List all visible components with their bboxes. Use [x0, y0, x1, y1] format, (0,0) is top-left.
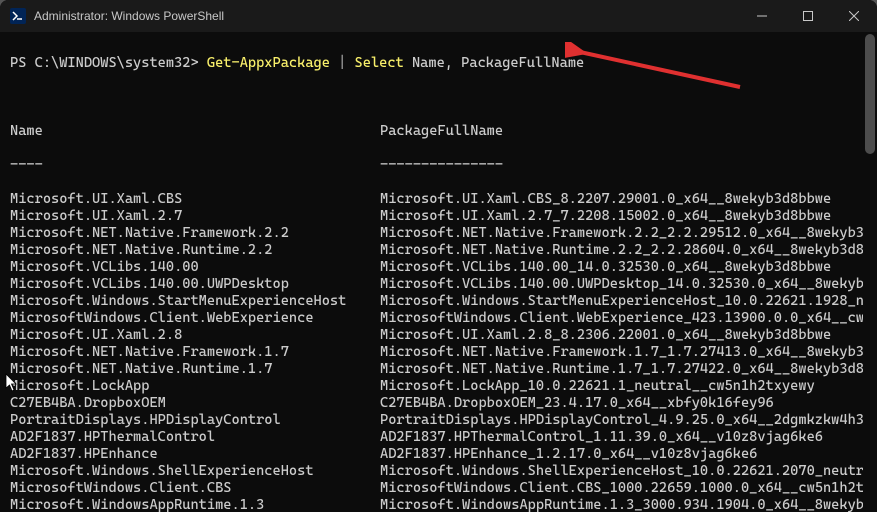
- cell-name: Microsoft.UI.Xaml.CBS: [10, 191, 380, 208]
- table-row: Microsoft.UI.Xaml.2.8Microsoft.UI.Xaml.2…: [10, 327, 877, 344]
- cell-packagefullname: C27EB4BA.DropboxOEM_23.4.17.0_x64__xbfy0…: [380, 395, 877, 412]
- cell-name: Microsoft.NET.Native.Runtime.1.7: [10, 361, 380, 378]
- cell-name: AD2F1837.HPEnhance: [10, 446, 380, 463]
- table-row: C27EB4BA.DropboxOEMC27EB4BA.DropboxOEM_2…: [10, 395, 877, 412]
- cell-packagefullname: AD2F1837.HPThermalControl_1.11.39.0_x64_…: [380, 429, 877, 446]
- table-row: Microsoft.UI.Xaml.CBSMicrosoft.UI.Xaml.C…: [10, 191, 877, 208]
- header-name: Name: [10, 123, 380, 140]
- table-row: Microsoft.NET.Native.Framework.1.7Micros…: [10, 344, 877, 361]
- scrollbar-thumb[interactable]: [865, 34, 875, 154]
- table-row: Microsoft.Windows.ShellExperienceHostMic…: [10, 463, 877, 480]
- pipe-operator: |: [338, 55, 346, 71]
- cell-packagefullname: Microsoft.VCLibs.140.00_14.0.32530.0_x64…: [380, 259, 877, 276]
- cell-packagefullname: Microsoft.VCLibs.140.00.UWPDesktop_14.0.…: [380, 276, 877, 293]
- terminal-output[interactable]: PS C:\WINDOWS\system32> Get-AppxPackage …: [0, 32, 877, 512]
- table-row: Microsoft.WindowsAppRuntime.1.3Microsoft…: [10, 497, 877, 512]
- select-arg2: PackageFullName: [461, 55, 584, 71]
- cell-name: Microsoft.Windows.StartMenuExperienceHos…: [10, 293, 380, 310]
- powershell-icon: [10, 8, 26, 24]
- header-name-underline: ----: [10, 157, 380, 174]
- table-row: Microsoft.NET.Native.Framework.2.2Micros…: [10, 225, 877, 242]
- cell-name: Microsoft.NET.Native.Framework.2.2: [10, 225, 380, 242]
- cell-name: Microsoft.NET.Native.Runtime.2.2: [10, 242, 380, 259]
- vertical-scrollbar[interactable]: [863, 32, 877, 512]
- window-title: Administrator: Windows PowerShell: [34, 9, 224, 23]
- table-row: Microsoft.Windows.StartMenuExperienceHos…: [10, 293, 877, 310]
- cell-packagefullname: Microsoft.NET.Native.Runtime.2.2_2.2.286…: [380, 242, 877, 259]
- cell-packagefullname: Microsoft.Windows.ShellExperienceHost_10…: [380, 463, 877, 480]
- column-headers: NamePackageFullName: [10, 123, 877, 140]
- cell-packagefullname: Microsoft.UI.Xaml.2.7_7.2208.15002.0_x64…: [380, 208, 877, 225]
- maximize-button[interactable]: [785, 0, 831, 32]
- cell-packagefullname: Microsoft.NET.Native.Framework.2.2_2.2.2…: [380, 225, 877, 242]
- table-row: PortraitDisplays.HPDisplayControlPortrai…: [10, 412, 877, 429]
- cell-name: Microsoft.VCLibs.140.00: [10, 259, 380, 276]
- blank-line: [10, 89, 877, 106]
- cell-name: Microsoft.WindowsAppRuntime.1.3: [10, 497, 380, 512]
- cell-name: Microsoft.LockApp: [10, 378, 380, 395]
- cell-packagefullname: PortraitDisplays.HPDisplayControl_4.9.25…: [380, 412, 877, 429]
- powershell-window: Administrator: Windows PowerShell PS C:\…: [0, 0, 877, 512]
- cell-name: Microsoft.UI.Xaml.2.8: [10, 327, 380, 344]
- cell-packagefullname: MicrosoftWindows.Client.WebExperience_42…: [380, 310, 877, 327]
- table-row: AD2F1837.HPThermalControlAD2F1837.HPTher…: [10, 429, 877, 446]
- header-full-underline: ---------------: [380, 157, 877, 174]
- table-row: MicrosoftWindows.Client.WebExperienceMic…: [10, 310, 877, 327]
- table-row: AD2F1837.HPEnhanceAD2F1837.HPEnhance_1.2…: [10, 446, 877, 463]
- cell-packagefullname: Microsoft.LockApp_10.0.22621.1_neutral__…: [380, 378, 877, 395]
- cell-packagefullname: AD2F1837.HPEnhance_1.2.17.0_x64__v10z8vj…: [380, 446, 877, 463]
- prompt-path: PS C:\WINDOWS\system32>: [10, 55, 199, 71]
- table-row: Microsoft.UI.Xaml.2.7Microsoft.UI.Xaml.2…: [10, 208, 877, 225]
- cell-packagefullname: Microsoft.NET.Native.Framework.1.7_1.7.2…: [380, 344, 877, 361]
- cell-packagefullname: Microsoft.Windows.StartMenuExperienceHos…: [380, 293, 877, 310]
- cell-name: PortraitDisplays.HPDisplayControl: [10, 412, 380, 429]
- table-row: Microsoft.VCLibs.140.00Microsoft.VCLibs.…: [10, 259, 877, 276]
- table-row: MicrosoftWindows.Client.CBSMicrosoftWind…: [10, 480, 877, 497]
- table-row: Microsoft.NET.Native.Runtime.1.7Microsof…: [10, 361, 877, 378]
- cell-name: Microsoft.UI.Xaml.2.7: [10, 208, 380, 225]
- cell-name: MicrosoftWindows.Client.WebExperience: [10, 310, 380, 327]
- titlebar[interactable]: Administrator: Windows PowerShell: [0, 0, 877, 32]
- select-arg1: Name,: [412, 55, 453, 71]
- cmdlet-get-appxpackage: Get-AppxPackage: [207, 55, 330, 71]
- column-underline: -------------------: [10, 157, 877, 174]
- cell-packagefullname: MicrosoftWindows.Client.CBS_1000.22659.1…: [380, 480, 877, 497]
- cell-name: Microsoft.VCLibs.140.00.UWPDesktop: [10, 276, 380, 293]
- table-row: Microsoft.NET.Native.Runtime.2.2Microsof…: [10, 242, 877, 259]
- minimize-button[interactable]: [739, 0, 785, 32]
- cell-packagefullname: Microsoft.UI.Xaml.2.8_8.2306.22001.0_x64…: [380, 327, 877, 344]
- cell-name: MicrosoftWindows.Client.CBS: [10, 480, 380, 497]
- header-packagefullname: PackageFullName: [380, 123, 877, 140]
- close-button[interactable]: [831, 0, 877, 32]
- cmdlet-select: Select: [355, 55, 404, 71]
- cell-name: AD2F1837.HPThermalControl: [10, 429, 380, 446]
- cell-packagefullname: Microsoft.UI.Xaml.CBS_8.2207.29001.0_x64…: [380, 191, 877, 208]
- cell-name: C27EB4BA.DropboxOEM: [10, 395, 380, 412]
- cell-packagefullname: Microsoft.WindowsAppRuntime.1.3_3000.934…: [380, 497, 877, 512]
- cell-name: Microsoft.NET.Native.Framework.1.7: [10, 344, 380, 361]
- cell-name: Microsoft.Windows.ShellExperienceHost: [10, 463, 380, 480]
- table-row: Microsoft.LockAppMicrosoft.LockApp_10.0.…: [10, 378, 877, 395]
- cell-packagefullname: Microsoft.NET.Native.Runtime.1.7_1.7.274…: [380, 361, 877, 378]
- prompt-line: PS C:\WINDOWS\system32> Get-AppxPackage …: [10, 55, 877, 72]
- table-row: Microsoft.VCLibs.140.00.UWPDesktopMicros…: [10, 276, 877, 293]
